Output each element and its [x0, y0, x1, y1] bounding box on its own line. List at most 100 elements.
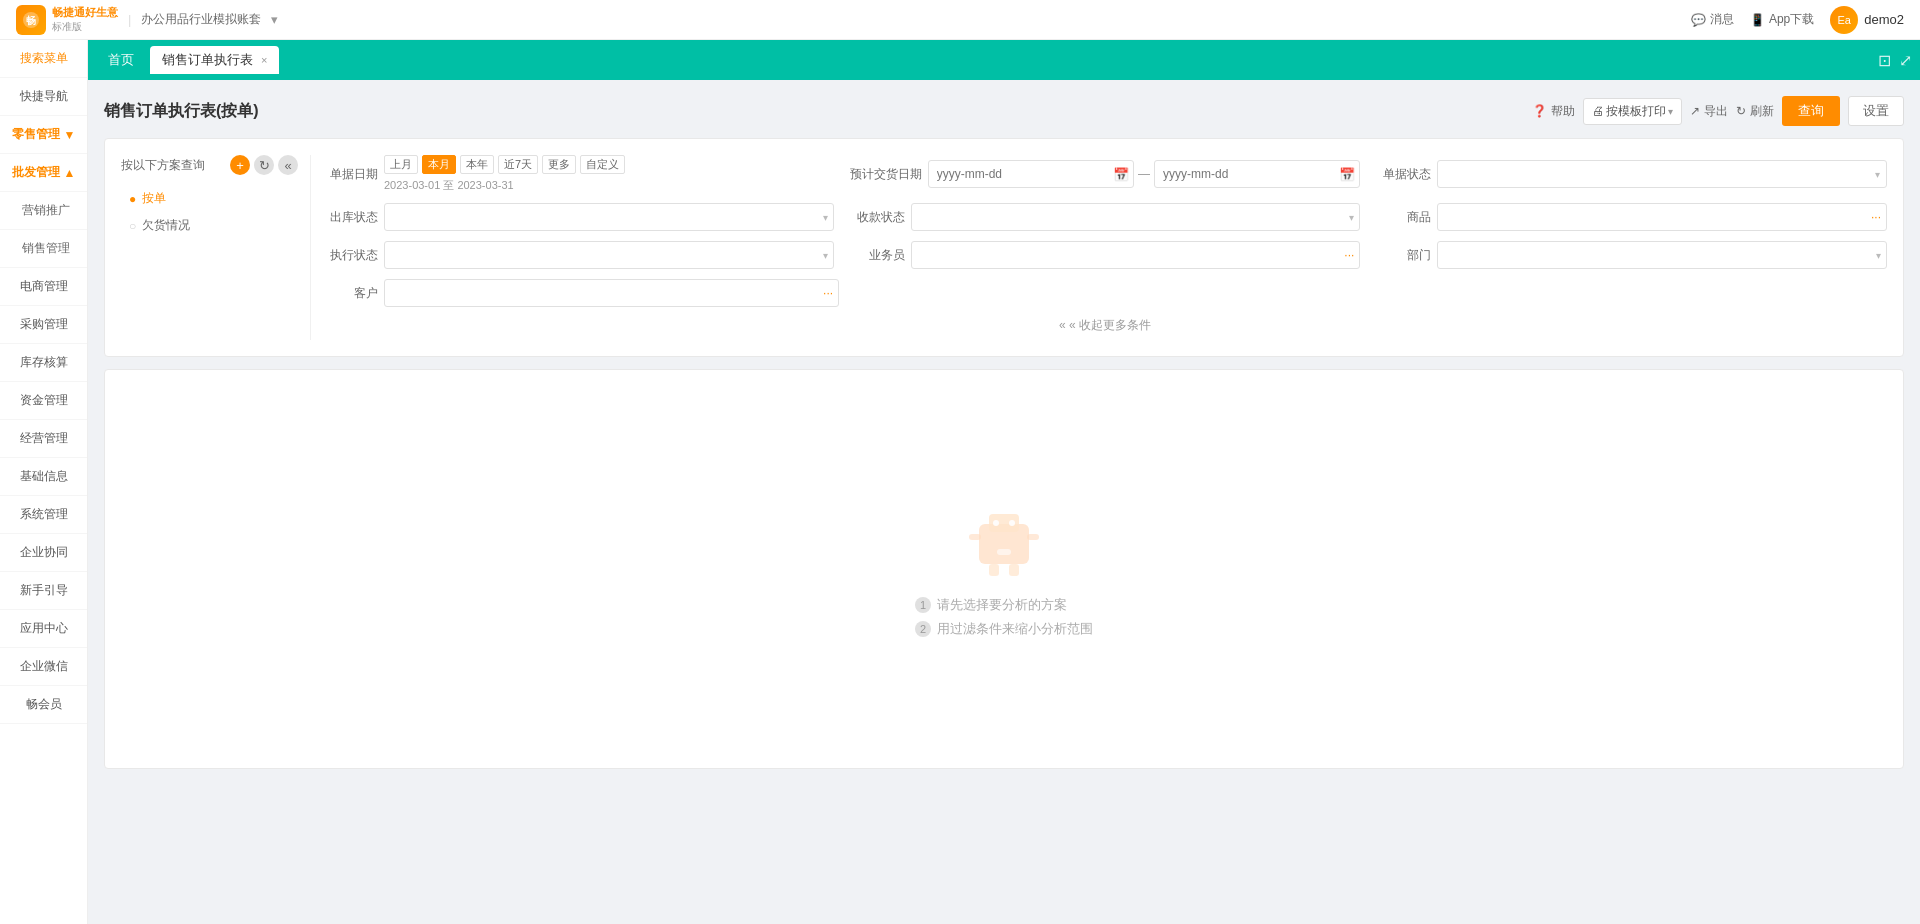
refresh-btn[interactable]: ↻ 刷新 — [1736, 103, 1774, 120]
export-btn[interactable]: ↗ 导出 — [1690, 103, 1728, 120]
sidebar-item-wholesale[interactable]: 批发管理 ▲ — [0, 154, 87, 192]
dept-label: 部门 — [1376, 247, 1431, 264]
sidebar-item-finance[interactable]: 资金管理 — [0, 382, 87, 420]
tab-maximize-btn[interactable]: ⤢ — [1899, 51, 1912, 70]
collapse-bar[interactable]: « « 收起更多条件 — [323, 311, 1887, 340]
toolbar-right: ❓ 帮助 🖨 按模板打印 ▾ ↗ 导出 ↻ 刷新 — [1532, 96, 1904, 126]
svg-text:畅: 畅 — [26, 15, 36, 26]
page-title: 销售订单执行表(按单) — [104, 101, 259, 122]
filter-order-status-field: 单据状态 ▾ — [1376, 155, 1887, 193]
dept-select[interactable] — [1437, 241, 1887, 269]
payment-status-select[interactable] — [911, 203, 1361, 231]
right-panel: 单据日期 上月 本月 本年 近7天 更多 — [323, 155, 1887, 340]
qd-custom[interactable]: 自定义 — [580, 155, 625, 174]
svg-rect-6 — [997, 549, 1011, 555]
page-header: 销售订单执行表(按单) ❓ 帮助 🖨 按模板打印 ▾ ↗ 导出 — [104, 96, 1904, 126]
left-header-actions: + ↻ « — [230, 155, 298, 175]
sidebar-item-enterprise[interactable]: 企业协同 — [0, 534, 87, 572]
tab-sales-exec[interactable]: 销售订单执行表 × — [150, 46, 279, 74]
tab-close-btn[interactable]: × — [261, 54, 267, 66]
sidebar-item-app-center[interactable]: 应用中心 — [0, 610, 87, 648]
print-btn[interactable]: 🖨 按模板打印 ▾ — [1583, 98, 1682, 125]
scheme-list: ● 按单 ○ 欠货情况 — [121, 185, 298, 239]
scheme-section-title: 按以下方案查询 — [121, 157, 205, 174]
dept-control: ▾ — [1437, 241, 1887, 269]
filter-row-4: 客户 ··· — [323, 279, 1887, 307]
qd-this-month[interactable]: 本月 — [422, 155, 456, 174]
app-title: 办公用品行业模拟账套 — [141, 11, 261, 28]
settings-btn[interactable]: 设置 — [1848, 96, 1904, 126]
customer-input[interactable] — [384, 279, 839, 307]
sidebar-item-membership[interactable]: 畅会员 — [0, 686, 87, 724]
order-status-control: ▾ — [1437, 160, 1887, 188]
sidebar-item-enterprise-wechat[interactable]: 企业微信 — [0, 648, 87, 686]
app-download-btn[interactable]: 📱 App下载 — [1750, 11, 1814, 28]
exec-status-control: ▾ — [384, 241, 834, 269]
expected-date-label: 预计交货日期 — [850, 166, 922, 183]
top-bar-right: 💬 消息 📱 App下载 Ea demo2 — [1691, 6, 1904, 34]
content-area: 首页 销售订单执行表 × ⊡ ⤢ 销售订单执行表(按单) ❓ 帮助 — [88, 40, 1920, 924]
order-status-dropdown-icon: ▾ — [1875, 169, 1880, 180]
sidebar-item-retail[interactable]: 零售管理 ▼ — [0, 116, 87, 154]
delivery-status-select[interactable] — [384, 203, 834, 231]
qd-this-year[interactable]: 本年 — [460, 155, 494, 174]
tab-restore-btn[interactable]: ⊡ — [1878, 51, 1891, 70]
logo-area: 畅 畅捷通好生意 标准版 — [16, 5, 118, 35]
salesperson-more-icon[interactable]: ··· — [1344, 248, 1354, 262]
goods-more-icon[interactable]: ··· — [1871, 210, 1881, 224]
empty-state: 1 请先选择要分析的方案 2 用过滤条件来缩小分析范围 — [915, 494, 1093, 644]
scheme-item-欠货情况[interactable]: ○ 欠货情况 — [121, 212, 298, 239]
sidebar-item-newbie[interactable]: 新手引导 — [0, 572, 87, 610]
delivery-status-control: ▾ — [384, 203, 834, 231]
date-field-control: 上月 本月 本年 近7天 更多 自定义 2023-03-01 至 — [384, 155, 834, 193]
message-btn[interactable]: 💬 消息 — [1691, 11, 1734, 28]
order-status-select[interactable]: ▾ — [1437, 160, 1887, 188]
date-label: 单据日期 — [323, 166, 378, 183]
filter-row-3: 执行状态 ▾ 业务员 — [323, 241, 1887, 269]
exec-status-select[interactable] — [384, 241, 834, 269]
salesperson-input[interactable] — [911, 241, 1361, 269]
download-icon: 📱 — [1750, 13, 1765, 27]
tab-home[interactable]: 首页 — [96, 46, 146, 74]
scheme-item-按单[interactable]: ● 按单 — [121, 185, 298, 212]
customer-more-icon[interactable]: ··· — [823, 286, 833, 300]
sidebar-item-basic-info[interactable]: 基础信息 — [0, 458, 87, 496]
empty-tips: 1 请先选择要分析的方案 2 用过滤条件来缩小分析范围 — [915, 596, 1093, 638]
refresh-scheme-btn[interactable]: ↻ — [254, 155, 274, 175]
svg-rect-7 — [969, 534, 981, 540]
sidebar-item-ecommerce[interactable]: 电商管理 — [0, 268, 87, 306]
sidebar-item-sales-mgmt[interactable]: 销售管理 — [0, 230, 87, 268]
query-btn[interactable]: 查询 — [1782, 96, 1840, 126]
add-scheme-btn[interactable]: + — [230, 155, 250, 175]
sidebar-item-operations[interactable]: 经营管理 — [0, 420, 87, 458]
goods-input[interactable] — [1437, 203, 1887, 231]
print-dropdown-icon: ▾ — [1668, 106, 1673, 117]
expected-date-from[interactable] — [928, 160, 1134, 188]
sidebar-item-system[interactable]: 系统管理 — [0, 496, 87, 534]
date-range-text: 2023-03-01 至 2023-03-31 — [384, 178, 834, 193]
qd-7days[interactable]: 近7天 — [498, 155, 538, 174]
user-area[interactable]: Ea demo2 — [1830, 6, 1904, 34]
sidebar-item-search[interactable]: 搜索菜单 — [0, 40, 87, 78]
message-icon: 💬 — [1691, 13, 1706, 27]
sidebar-item-marketing[interactable]: 营销推广 — [0, 192, 87, 230]
help-btn[interactable]: ❓ 帮助 — [1532, 103, 1575, 120]
expected-date-to[interactable] — [1154, 160, 1360, 188]
order-status-label: 单据状态 — [1376, 166, 1431, 183]
left-panel: 按以下方案查询 + ↻ « ● 按单 — [121, 155, 311, 340]
top-bar-left: 畅 畅捷通好生意 标准版 | 办公用品行业模拟账套 ▾ — [16, 5, 278, 35]
app-title-dropdown[interactable]: ▾ — [271, 12, 278, 27]
sidebar-item-inventory[interactable]: 库存核算 — [0, 344, 87, 382]
left-header: 按以下方案查询 + ↻ « — [121, 155, 298, 175]
payment-status-label: 收款状态 — [850, 209, 905, 226]
filter-salesperson-field: 业务员 ··· — [850, 241, 1361, 269]
scheme-inactive-icon: ○ — [129, 219, 136, 233]
qd-last-month[interactable]: 上月 — [384, 155, 418, 174]
calendar-from-icon: 📅 — [1113, 167, 1129, 182]
qd-more[interactable]: 更多 — [542, 155, 576, 174]
collapse-scheme-btn[interactable]: « — [278, 155, 298, 175]
exec-status-label: 执行状态 — [323, 247, 378, 264]
table-area: 1 请先选择要分析的方案 2 用过滤条件来缩小分析范围 — [104, 369, 1904, 769]
sidebar-item-quick-nav[interactable]: 快捷导航 — [0, 78, 87, 116]
sidebar-item-purchase[interactable]: 采购管理 — [0, 306, 87, 344]
